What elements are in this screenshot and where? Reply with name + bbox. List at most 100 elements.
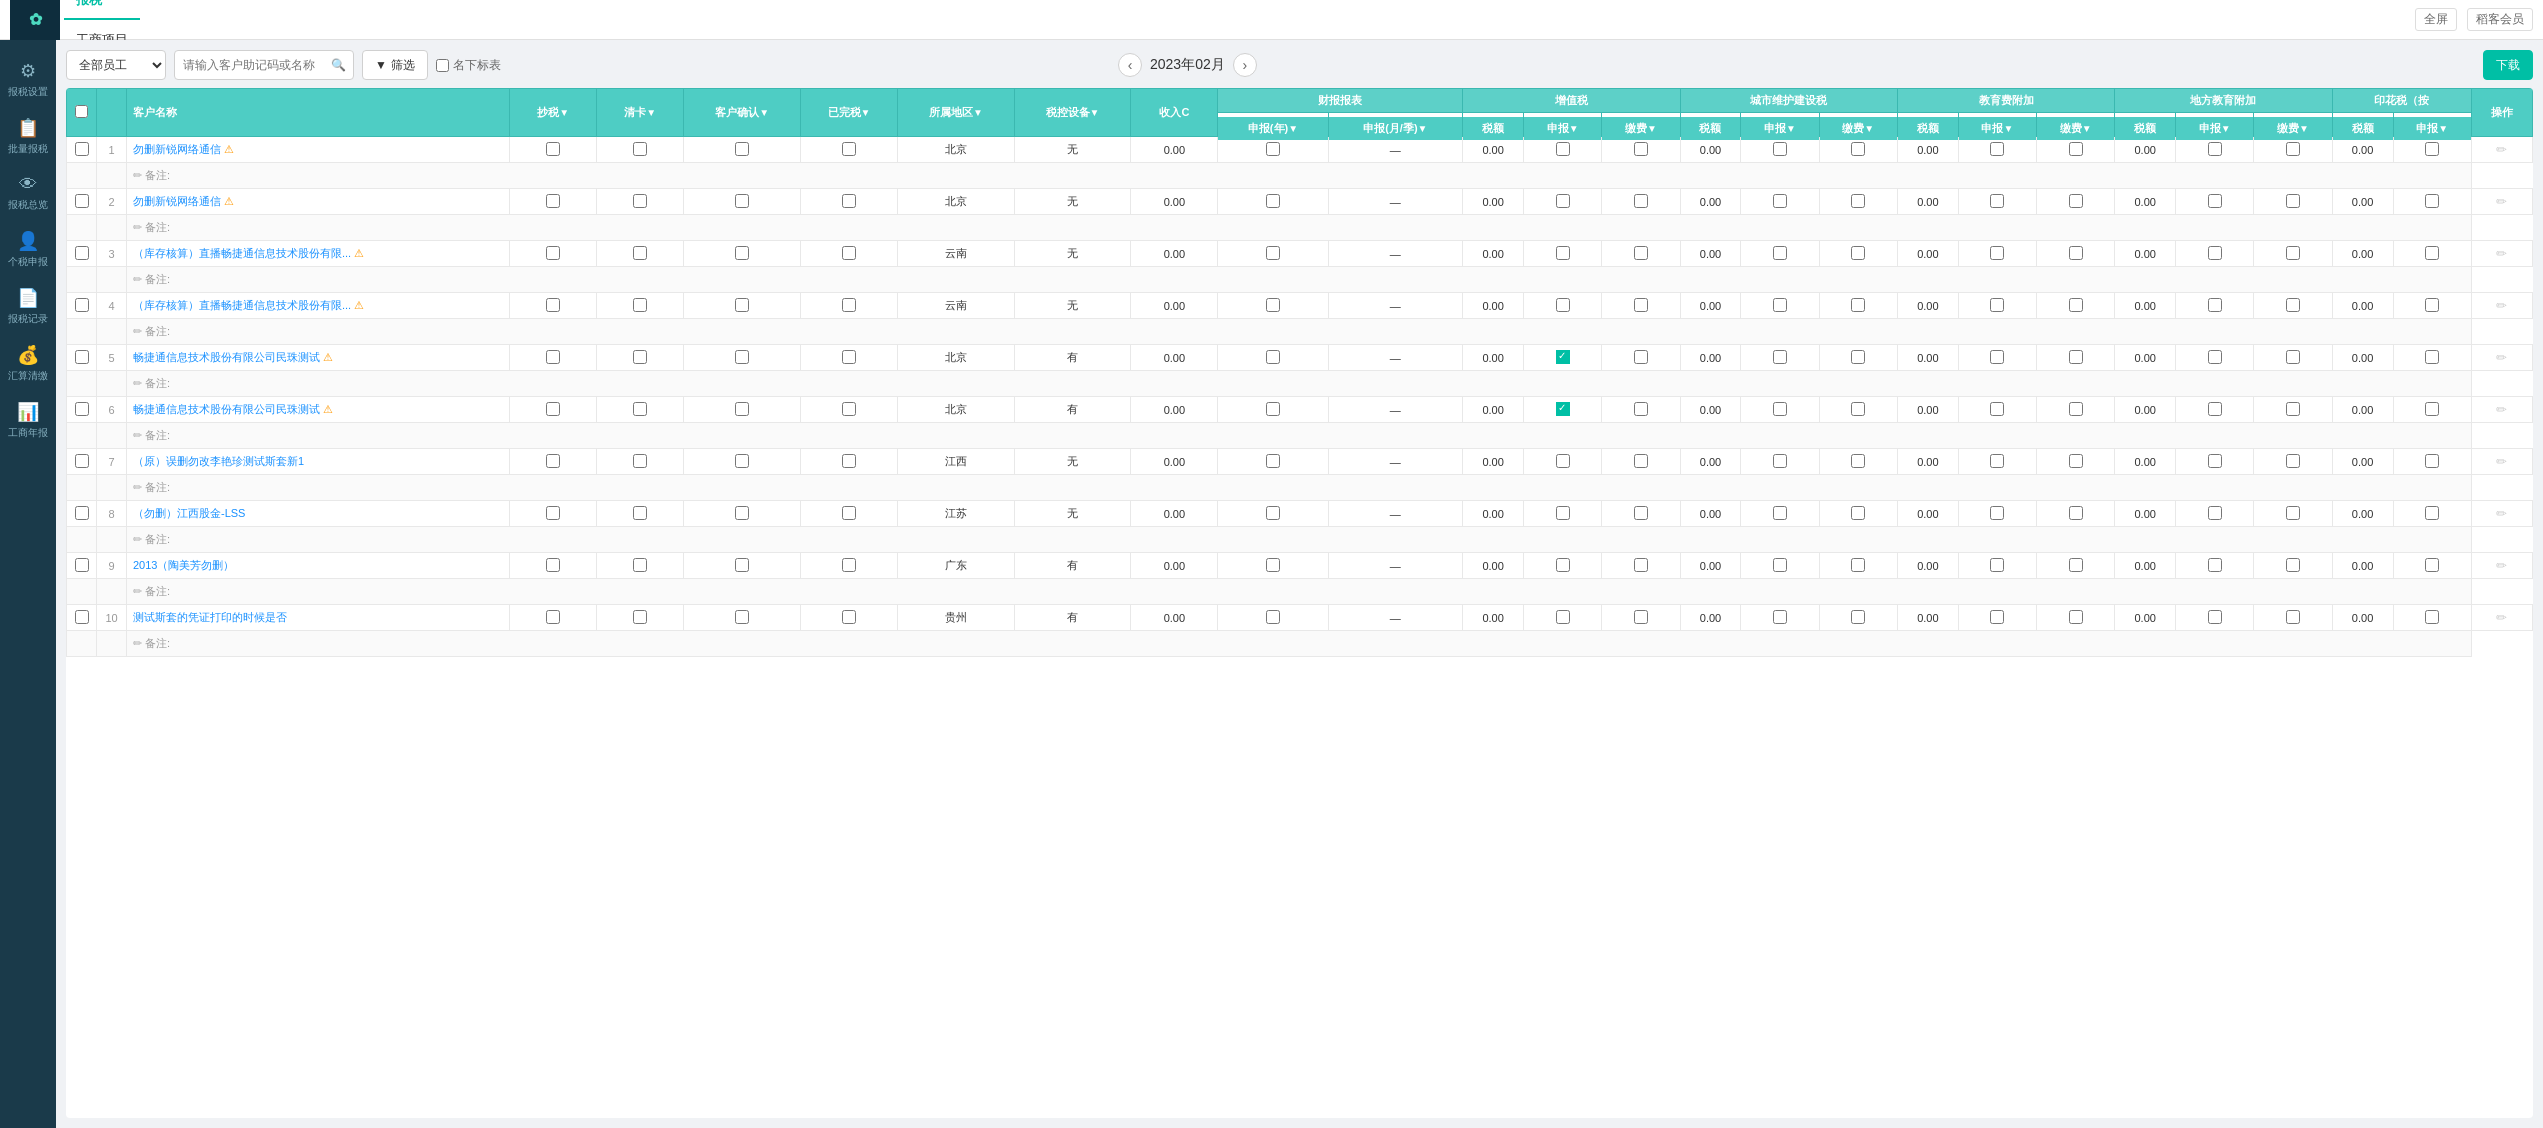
jy-exempt-checkbox[interactable] (2069, 506, 2083, 520)
ysr-apply-checkbox[interactable] (2425, 142, 2439, 156)
row-select-checkbox[interactable] (75, 142, 89, 156)
jy-exempt-checkbox[interactable] (2069, 246, 2083, 260)
customer-confirm-checkbox[interactable] (735, 610, 749, 624)
zs-apply-checkbox[interactable] (1556, 142, 1570, 156)
row-select-checkbox[interactable] (75, 350, 89, 364)
csjs-exempt-checkbox[interactable] (1851, 558, 1865, 572)
clear-card-checkbox[interactable] (633, 350, 647, 364)
next-month-btn[interactable]: › (1233, 53, 1257, 77)
csjs-exempt-checkbox[interactable] (1851, 194, 1865, 208)
cw-year-checkbox[interactable] (1266, 454, 1280, 468)
clear-card-checkbox[interactable] (633, 402, 647, 416)
customer-confirm-checkbox[interactable] (735, 558, 749, 572)
edit-remark-icon[interactable]: ✏ (133, 637, 142, 649)
tax-copy-checkbox[interactable] (546, 558, 560, 572)
edit-remark-icon[interactable]: ✏ (133, 377, 142, 389)
search-icon[interactable]: 🔍 (331, 58, 346, 72)
zs-exempt-checkbox[interactable] (1634, 142, 1648, 156)
clear-card-checkbox[interactable] (633, 454, 647, 468)
declared-checkbox[interactable] (842, 246, 856, 260)
tax-copy-checkbox[interactable] (546, 454, 560, 468)
zs-apply-checkbox[interactable] (1556, 194, 1570, 208)
edit-remark-icon[interactable]: ✏ (133, 325, 142, 337)
zs-apply-checkbox[interactable] (1556, 610, 1570, 624)
dfjy-apply-checkbox[interactable] (2208, 142, 2222, 156)
edit-icon[interactable]: ✏ (2496, 506, 2507, 521)
csjs-apply-checkbox[interactable] (1773, 298, 1787, 312)
dfjy-exempt-checkbox[interactable] (2286, 558, 2300, 572)
tax-copy-checkbox[interactable] (546, 350, 560, 364)
ysr-apply-checkbox[interactable] (2425, 246, 2439, 260)
csjs-exempt-checkbox[interactable] (1851, 298, 1865, 312)
edit-remark-icon[interactable]: ✏ (133, 585, 142, 597)
cw-year-checkbox[interactable] (1266, 350, 1280, 364)
dfjy-exempt-checkbox[interactable] (2286, 350, 2300, 364)
jy-exempt-checkbox[interactable] (2069, 142, 2083, 156)
clear-card-checkbox[interactable] (633, 506, 647, 520)
dfjy-exempt-checkbox[interactable] (2286, 506, 2300, 520)
csjs-exempt-checkbox[interactable] (1851, 610, 1865, 624)
search-input[interactable] (174, 50, 354, 80)
edit-icon[interactable]: ✏ (2496, 610, 2507, 625)
declared-checkbox[interactable] (842, 558, 856, 572)
csjs-apply-checkbox[interactable] (1773, 350, 1787, 364)
zs-exempt-checkbox[interactable] (1634, 558, 1648, 572)
edit-icon[interactable]: ✏ (2496, 246, 2507, 261)
dfjy-exempt-checkbox[interactable] (2286, 142, 2300, 156)
row-select-checkbox[interactable] (75, 558, 89, 572)
jy-apply-checkbox[interactable] (1990, 454, 2004, 468)
csjs-exempt-checkbox[interactable] (1851, 402, 1865, 416)
edit-icon[interactable]: ✏ (2496, 402, 2507, 417)
dfjy-apply-checkbox[interactable] (2208, 610, 2222, 624)
customer-confirm-checkbox[interactable] (735, 298, 749, 312)
zs-exempt-checkbox[interactable] (1634, 610, 1648, 624)
zs-exempt-checkbox[interactable] (1634, 506, 1648, 520)
sidebar-item-tax-record[interactable]: 📄 报税记录 (0, 277, 56, 334)
sidebar-item-tax-overview[interactable]: 👁 报税总览 (0, 164, 56, 220)
prev-month-btn[interactable]: ‹ (1118, 53, 1142, 77)
zs-exempt-checkbox[interactable] (1634, 454, 1648, 468)
cw-year-checkbox[interactable] (1266, 194, 1280, 208)
filter-btn[interactable]: ▼ 筛选 (362, 50, 428, 80)
declared-checkbox[interactable] (842, 194, 856, 208)
member-btn[interactable]: 稻客会员 (2467, 8, 2533, 31)
csjs-apply-checkbox[interactable] (1773, 558, 1787, 572)
sidebar-item-personal-tax[interactable]: 👤 个税申报 (0, 220, 56, 277)
dfjy-apply-checkbox[interactable] (2208, 246, 2222, 260)
sidebar-item-batch-tax[interactable]: 📋 批量报税 (0, 107, 56, 164)
jy-apply-checkbox[interactable] (1990, 610, 2004, 624)
zs-apply-checkbox[interactable] (1556, 506, 1570, 520)
edit-remark-icon[interactable]: ✏ (133, 533, 142, 545)
csjs-apply-checkbox[interactable] (1773, 454, 1787, 468)
dfjy-apply-checkbox[interactable] (2208, 350, 2222, 364)
employee-filter-select[interactable]: 全部员工 (66, 50, 166, 80)
cw-year-checkbox[interactable] (1266, 246, 1280, 260)
csjs-apply-checkbox[interactable] (1773, 402, 1787, 416)
edit-remark-icon[interactable]: ✏ (133, 429, 142, 441)
csjs-exempt-checkbox[interactable] (1851, 142, 1865, 156)
zs-apply-checkbox[interactable] (1556, 454, 1570, 468)
jy-apply-checkbox[interactable] (1990, 402, 2004, 416)
ysr-apply-checkbox[interactable] (2425, 558, 2439, 572)
cw-year-checkbox[interactable] (1266, 610, 1280, 624)
edit-icon[interactable]: ✏ (2496, 558, 2507, 573)
edit-remark-icon[interactable]: ✏ (133, 221, 142, 233)
csjs-exempt-checkbox[interactable] (1851, 506, 1865, 520)
ysr-apply-checkbox[interactable] (2425, 298, 2439, 312)
cw-year-checkbox[interactable] (1266, 142, 1280, 156)
jy-apply-checkbox[interactable] (1990, 298, 2004, 312)
row-select-checkbox[interactable] (75, 454, 89, 468)
customer-confirm-checkbox[interactable] (735, 506, 749, 520)
dfjy-exempt-checkbox[interactable] (2286, 454, 2300, 468)
jy-exempt-checkbox[interactable] (2069, 558, 2083, 572)
csjs-apply-checkbox[interactable] (1773, 610, 1787, 624)
csjs-apply-checkbox[interactable] (1773, 246, 1787, 260)
main-table-container[interactable]: 客户名称 抄税▼ 清卡▼ 客户确认▼ 已完税▼ 所属地区▼ 税控设备▼ 收入C … (66, 88, 2533, 1118)
clear-card-checkbox[interactable] (633, 194, 647, 208)
ysr-apply-checkbox[interactable] (2425, 402, 2439, 416)
csjs-apply-checkbox[interactable] (1773, 194, 1787, 208)
dfjy-exempt-checkbox[interactable] (2286, 610, 2300, 624)
edit-remark-icon[interactable]: ✏ (133, 481, 142, 493)
jy-apply-checkbox[interactable] (1990, 558, 2004, 572)
edit-remark-icon[interactable]: ✏ (133, 169, 142, 181)
